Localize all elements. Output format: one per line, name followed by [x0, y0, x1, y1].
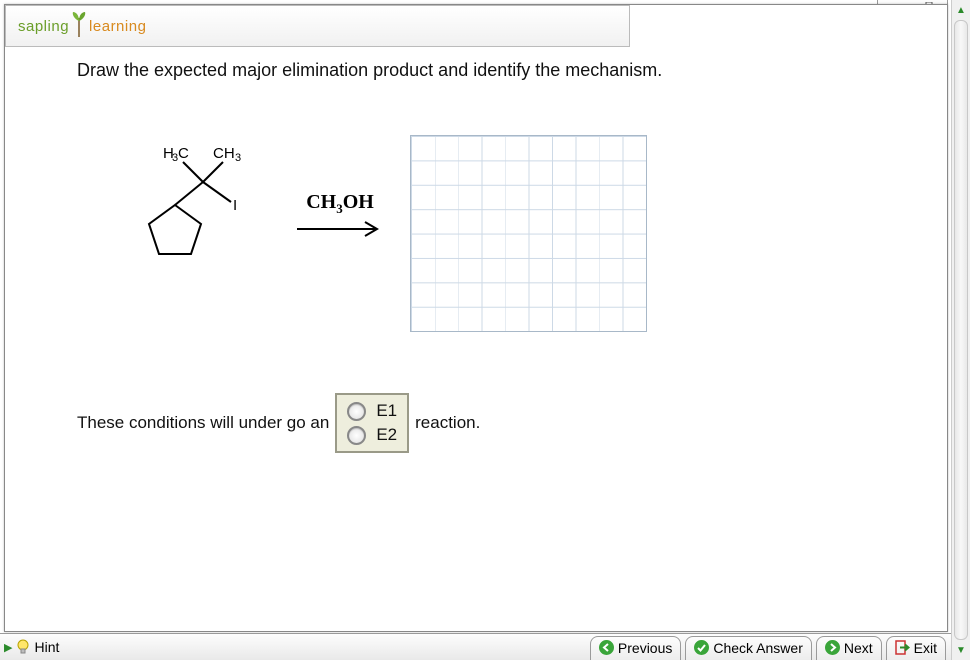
nav-button-group: Previous Check Answer Next — [590, 635, 952, 660]
check-answer-button[interactable]: Check Answer — [685, 636, 811, 660]
arrow-right-icon — [825, 640, 840, 655]
exit-button[interactable]: Exit — [886, 636, 946, 660]
hint-button[interactable]: ▶ Hint — [0, 639, 59, 655]
radio-icon — [347, 402, 366, 421]
reaction-arrow-icon — [295, 219, 385, 239]
exit-label: Exit — [914, 640, 937, 656]
mechanism-sentence: These conditions will under go an E1 E2 … — [77, 393, 480, 453]
next-button[interactable]: Next — [816, 636, 882, 660]
check-icon — [694, 640, 709, 655]
lightbulb-icon — [16, 639, 30, 655]
svg-text:3: 3 — [235, 152, 241, 164]
arrow-left-icon — [599, 640, 614, 655]
mechanism-choice-box: E1 E2 — [335, 393, 409, 453]
mechanism-option-e1[interactable]: E1 — [347, 399, 397, 423]
brand-logo-text-right: learning — [89, 18, 146, 35]
plant-icon — [70, 11, 88, 42]
scroll-down-icon[interactable]: ▼ — [953, 642, 969, 658]
app-root: Map sapling — [0, 0, 970, 660]
svg-text:I: I — [233, 197, 237, 214]
check-answer-label: Check Answer — [713, 640, 802, 656]
structure-draw-area[interactable] — [410, 135, 647, 332]
play-icon: ▶ — [4, 641, 12, 654]
reagent-label: CH3OH — [295, 191, 385, 217]
scroll-thumb[interactable] — [955, 21, 967, 639]
scroll-up-icon[interactable]: ▲ — [953, 2, 969, 18]
question-frame: sapling learning Draw the expected major… — [4, 4, 948, 632]
brand-logo-text-left: sapling — [18, 18, 69, 35]
svg-text:C: C — [178, 145, 189, 162]
scroll-track[interactable] — [954, 20, 968, 640]
sentence-after: reaction. — [415, 413, 480, 433]
hint-label: Hint — [34, 639, 59, 655]
sentence-before: These conditions will under go an — [77, 413, 329, 433]
brand-logo: sapling learning — [5, 5, 630, 47]
starting-material-structure: H 3 C CH 3 I — [105, 140, 285, 290]
reaction-arrow-block: CH3OH — [295, 191, 385, 239]
radio-icon — [347, 426, 366, 445]
mechanism-option-label: E1 — [376, 401, 397, 421]
previous-label: Previous — [618, 640, 672, 656]
vertical-scrollbar[interactable]: ▲ ▼ — [951, 0, 970, 660]
reaction-scheme: H 3 C CH 3 I CH3OH — [105, 140, 385, 290]
bottom-toolbar: ▶ Hint Previous Check Answer — [0, 633, 952, 660]
mechanism-option-e2[interactable]: E2 — [347, 423, 397, 447]
mechanism-option-label: E2 — [376, 425, 397, 445]
previous-button[interactable]: Previous — [590, 636, 681, 660]
exit-icon — [895, 640, 910, 655]
question-prompt: Draw the expected major elimination prod… — [77, 60, 662, 81]
next-label: Next — [844, 640, 873, 656]
svg-text:CH: CH — [213, 145, 235, 162]
